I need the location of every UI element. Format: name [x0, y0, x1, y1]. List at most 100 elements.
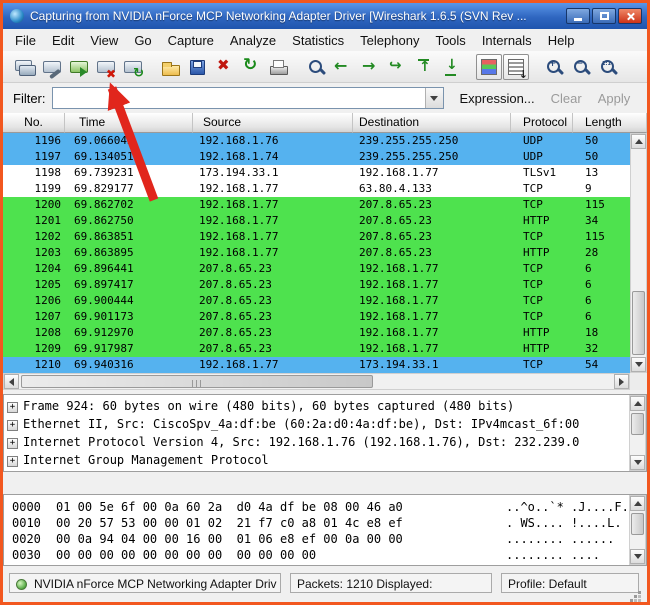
packet-row[interactable]: 119769.134051192.168.1.74239.255.255.250…	[3, 149, 630, 165]
zoom-out-button[interactable]: −	[568, 54, 594, 80]
menu-file[interactable]: File	[7, 31, 44, 50]
packet-row[interactable]: 120669.900444207.8.65.23192.168.1.77TCP6	[3, 293, 630, 309]
restart-capture-button[interactable]	[119, 54, 145, 80]
menu-go[interactable]: Go	[126, 31, 159, 50]
expression-button[interactable]: Expression...	[460, 91, 535, 106]
column-header-protocol[interactable]: Protocol	[511, 113, 573, 133]
apply-button[interactable]: Apply	[598, 91, 631, 106]
hex-line[interactable]: 002000 0a 94 04 00 00 16 00 01 06 e8 ef …	[12, 531, 626, 547]
scroll-right-button[interactable]	[614, 374, 629, 389]
menu-view[interactable]: View	[82, 31, 126, 50]
go-to-first-button[interactable]	[411, 54, 437, 80]
main-toolbar: +−1:1	[3, 51, 647, 83]
packet-row[interactable]: 120169.862750192.168.1.77207.8.65.23HTTP…	[3, 213, 630, 229]
go-to-packet-button[interactable]	[384, 54, 410, 80]
find-packet-button[interactable]	[303, 54, 329, 80]
detail-line[interactable]: +Frame 924: 60 bytes on wire (480 bits),…	[7, 397, 626, 415]
column-header-time[interactable]: Time	[65, 113, 193, 133]
packet-row[interactable]: 120869.912970207.8.65.23192.168.1.77HTTP…	[3, 325, 630, 341]
menu-internals[interactable]: Internals	[474, 31, 540, 50]
window-title: Capturing from NVIDIA nForce MCP Network…	[30, 3, 563, 29]
expert-info-led-icon[interactable]	[16, 579, 27, 590]
scroll-up-button[interactable]	[630, 396, 645, 411]
cell-length: 6	[573, 309, 630, 325]
capture-options-button[interactable]	[38, 54, 64, 80]
open-file-button[interactable]	[157, 54, 183, 80]
cell-protocol: TCP	[511, 181, 573, 197]
colorize-list-button[interactable]	[476, 54, 502, 80]
scroll-down-button[interactable]	[631, 357, 646, 372]
zoom-in-button[interactable]: +	[541, 54, 567, 80]
menu-capture[interactable]: Capture	[160, 31, 222, 50]
cell-no: 1210	[3, 357, 65, 373]
go-forward-button[interactable]	[357, 54, 383, 80]
packet-row[interactable]: 119669.066042192.168.1.76239.255.255.250…	[3, 133, 630, 149]
scroll-down-button[interactable]	[630, 455, 645, 470]
reload-file-button[interactable]	[238, 54, 264, 80]
cell-source: 207.8.65.23	[193, 325, 353, 341]
packet-row[interactable]: 120569.897417207.8.65.23192.168.1.77TCP6	[3, 277, 630, 293]
scroll-up-button[interactable]	[630, 496, 645, 511]
column-header-length[interactable]: Length	[573, 113, 647, 133]
detail-line[interactable]: +Ethernet II, Src: CiscoSpv_4a:df:be (60…	[7, 415, 626, 433]
expand-toggle-icon[interactable]: +	[7, 402, 18, 413]
menu-analyze[interactable]: Analyze	[222, 31, 284, 50]
packet-row[interactable]: 121069.940316192.168.1.77173.194.33.1TCP…	[3, 357, 630, 373]
expand-toggle-icon[interactable]: +	[7, 456, 18, 467]
zoom-100-button[interactable]: 1:1	[595, 54, 621, 80]
packet-row[interactable]: 120369.863895192.168.1.77207.8.65.23HTTP…	[3, 245, 630, 261]
go-to-last-button[interactable]	[438, 54, 464, 80]
colorize-icon	[479, 57, 499, 77]
list-interfaces-button[interactable]	[11, 54, 37, 80]
menu-help[interactable]: Help	[540, 31, 583, 50]
cell-time: 69.134051	[65, 149, 193, 165]
close-file-button[interactable]	[211, 54, 237, 80]
scroll-up-button[interactable]	[631, 134, 646, 149]
packet-row[interactable]: 119969.829177192.168.1.7763.80.4.133TCP9	[3, 181, 630, 197]
cell-destination: 192.168.1.77	[353, 325, 511, 341]
detail-line[interactable]: +Internet Protocol Version 4, Src: 192.1…	[7, 433, 626, 451]
maximize-button[interactable]	[592, 8, 616, 24]
minimize-button[interactable]	[566, 8, 590, 24]
packet-row[interactable]: 120969.917987207.8.65.23192.168.1.77HTTP…	[3, 341, 630, 357]
scroll-left-button[interactable]	[4, 374, 19, 389]
cell-destination: 63.80.4.133	[353, 181, 511, 197]
expand-toggle-icon[interactable]: +	[7, 420, 18, 431]
auto-scroll-button[interactable]	[503, 54, 529, 80]
scrollbar-thumb[interactable]	[631, 513, 644, 535]
hex-line[interactable]: 001000 20 57 53 00 00 01 02 21 f7 c0 a8 …	[12, 515, 626, 531]
column-header-destination[interactable]: Destination	[353, 113, 511, 133]
packet-row[interactable]: 120769.901173207.8.65.23192.168.1.77TCP6	[3, 309, 630, 325]
clear-button[interactable]: Clear	[551, 91, 582, 106]
filter-dropdown-button[interactable]	[425, 88, 443, 108]
scroll-down-button[interactable]	[630, 549, 645, 564]
hex-line[interactable]: 003000 00 00 00 00 00 00 00 00 00 00 00.…	[12, 547, 626, 563]
forward-icon	[360, 57, 380, 77]
save-file-button[interactable]	[184, 54, 210, 80]
menu-telephony[interactable]: Telephony	[352, 31, 427, 50]
packet-row[interactable]: 120469.896441207.8.65.23192.168.1.77TCP6	[3, 261, 630, 277]
scrollbar-thumb[interactable]	[21, 375, 373, 388]
scrollbar-thumb[interactable]	[632, 291, 645, 355]
start-capture-button[interactable]	[65, 54, 91, 80]
packet-row[interactable]: 120069.862702192.168.1.77207.8.65.23TCP1…	[3, 197, 630, 213]
filter-input[interactable]	[52, 87, 444, 109]
stop-capture-button[interactable]	[92, 54, 118, 80]
column-header-source[interactable]: Source	[193, 113, 353, 133]
menu-tools[interactable]: Tools	[427, 31, 473, 50]
hex-line[interactable]: 000001 00 5e 6f 00 0a 60 2a d0 4a df be …	[12, 499, 626, 515]
packet-row[interactable]: 120269.863851192.168.1.77207.8.65.23TCP1…	[3, 229, 630, 245]
go-back-button[interactable]	[330, 54, 356, 80]
resize-grip[interactable]	[638, 591, 641, 594]
expand-toggle-icon[interactable]: +	[7, 438, 18, 449]
close-window-button[interactable]	[618, 8, 642, 24]
menu-edit[interactable]: Edit	[44, 31, 82, 50]
packet-row[interactable]: 119869.739231173.194.33.1192.168.1.77TLS…	[3, 165, 630, 181]
hex-bytes: 00 00 00 00 00 00 00 00 00 00 00 00	[56, 547, 506, 563]
menu-statistics[interactable]: Statistics	[284, 31, 352, 50]
print-button[interactable]	[265, 54, 291, 80]
scrollbar-thumb[interactable]	[631, 413, 644, 435]
detail-line[interactable]: +Internet Group Management Protocol	[7, 451, 626, 469]
column-header-no[interactable]: No.	[3, 113, 65, 133]
cell-length: 34	[573, 213, 630, 229]
